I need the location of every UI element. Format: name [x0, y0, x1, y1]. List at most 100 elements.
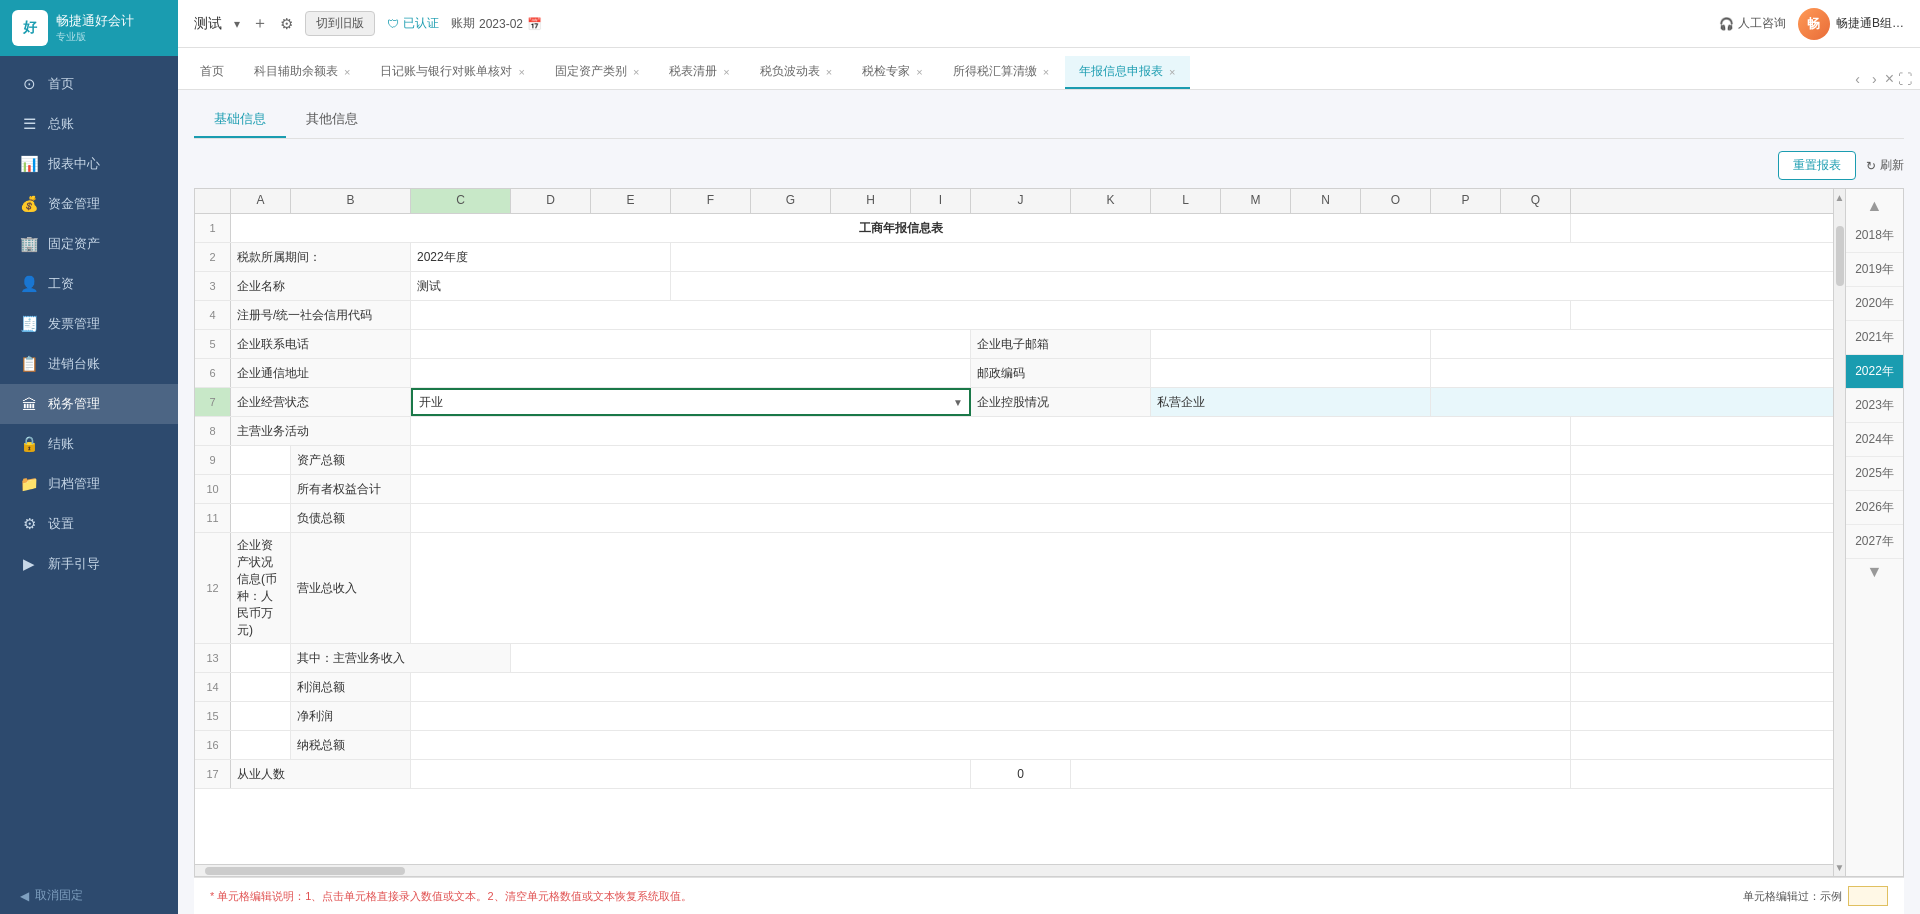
year-item[interactable]: 2024年: [1846, 423, 1903, 457]
tab-close-3[interactable]: ×: [633, 66, 639, 78]
sidebar-item-home[interactable]: ⊙首页: [0, 64, 178, 104]
calendar-icon[interactable]: 📅: [527, 17, 542, 31]
year-item[interactable]: 2018年: [1846, 219, 1903, 253]
tab-next-btn[interactable]: ›: [1868, 69, 1881, 89]
sub-tab-0[interactable]: 基础信息: [194, 102, 286, 138]
ss-cell[interactable]: 开业注销吊销迁出撤销▼: [411, 388, 971, 416]
year-item[interactable]: 2026年: [1846, 491, 1903, 525]
year-item[interactable]: 2021年: [1846, 321, 1903, 355]
ss-cell: 企业控股情况: [971, 388, 1151, 416]
tab-5[interactable]: 税负波动表×: [746, 56, 846, 89]
tab-close-all-btn[interactable]: ×: [1885, 70, 1894, 88]
reset-btn[interactable]: 重置报表: [1778, 151, 1856, 180]
tab-close-6[interactable]: ×: [916, 66, 922, 78]
tab-3[interactable]: 固定资产类别×: [541, 56, 653, 89]
sub-tab-1[interactable]: 其他信息: [286, 102, 378, 138]
sidebar-item-settings[interactable]: ⚙设置: [0, 504, 178, 544]
sidebar-item-tax[interactable]: 🏛税务管理: [0, 384, 178, 424]
topbar-title: 测试: [194, 15, 222, 33]
ss-cell: [231, 702, 291, 730]
tab-close-2[interactable]: ×: [518, 66, 524, 78]
topbar-dropdown-icon[interactable]: ▾: [234, 17, 240, 31]
sidebar-label-archive: 归档管理: [48, 475, 100, 493]
ss-cell: [411, 301, 1571, 329]
row-number: 6: [195, 359, 231, 387]
ss-cell: 2022年度: [411, 243, 671, 271]
ss-cell: [231, 731, 291, 759]
service-btn[interactable]: 🎧 人工咨询: [1719, 15, 1786, 32]
ss-cell: 私营企业: [1151, 388, 1431, 416]
spreadsheet-body[interactable]: 1工商年报信息表2税款所属期间：2022年度3企业名称测试4注册号/统一社会信用…: [195, 214, 1833, 864]
year-item[interactable]: 2020年: [1846, 287, 1903, 321]
tab-6[interactable]: 税检专家×: [848, 56, 936, 89]
ss-cell: 税款所属期间：: [231, 243, 411, 271]
tab-prev-btn[interactable]: ‹: [1851, 69, 1864, 89]
col-header-I: I: [911, 189, 971, 213]
sidebar-item-purchase[interactable]: 📋进销台账: [0, 344, 178, 384]
archive-icon: 📁: [20, 475, 38, 493]
tab-close-5[interactable]: ×: [826, 66, 832, 78]
business-status-select[interactable]: 开业注销吊销迁出撤销: [419, 395, 949, 409]
year-scroll-up-btn[interactable]: ▲: [1863, 193, 1887, 219]
row-number: 4: [195, 301, 231, 329]
ss-cell: [231, 673, 291, 701]
sidebar-item-closing[interactable]: 🔒 结账: [0, 424, 178, 464]
tab-label-7: 所得税汇算清缴: [953, 63, 1037, 80]
tab-label-4: 税表清册: [669, 63, 717, 80]
year-item[interactable]: 2025年: [1846, 457, 1903, 491]
sidebar-item-funds[interactable]: 💰 资金管理: [0, 184, 178, 224]
content-area: 基础信息其他信息 重置报表 ↻ 刷新 ABCDEFGHIJKLMNOPQ 1工商…: [178, 90, 1920, 914]
tab-expand-btn[interactable]: ⛶: [1898, 71, 1912, 87]
sidebar-label-closing: 结账: [48, 435, 74, 453]
ss-cell: [411, 446, 1571, 474]
horizontal-scrollbar[interactable]: [195, 864, 1833, 876]
sidebar-label-funds: 资金管理: [48, 195, 100, 213]
tab-0[interactable]: 首页: [186, 56, 238, 89]
ss-cell: 利润总额: [291, 673, 411, 701]
edit-note: * 单元格编辑说明：1、点击单元格直接录入数值或文本。2、清空单元格数值或文本恢…: [210, 889, 692, 904]
tab-close-4[interactable]: ×: [723, 66, 729, 78]
table-row: 14利润总额: [195, 673, 1833, 702]
hscroll-thumb: [205, 867, 405, 875]
col-header-rownum: [195, 189, 231, 213]
collapse-icon: ◀: [20, 889, 29, 903]
vertical-scrollbar[interactable]: ▲ ▼: [1833, 189, 1845, 876]
tab-7[interactable]: 所得税汇算清缴 ×: [939, 56, 1063, 89]
user-menu[interactable]: 畅 畅捷通B组…: [1798, 8, 1904, 40]
tab-4[interactable]: 税表清册 ×: [655, 56, 743, 89]
closing-icon: 🔒: [20, 435, 38, 453]
sidebar-item-assets[interactable]: 🏢固定资产: [0, 224, 178, 264]
sidebar-item-archive[interactable]: 📁 归档管理: [0, 464, 178, 504]
tab-close-7[interactable]: ×: [1043, 66, 1049, 78]
tab-1[interactable]: 科目辅助余额表×: [240, 56, 364, 89]
year-item[interactable]: 2023年: [1846, 389, 1903, 423]
sidebar-item-payroll[interactable]: 👤工资: [0, 264, 178, 304]
refresh-btn[interactable]: ↻ 刷新: [1866, 157, 1904, 174]
tab-8[interactable]: 年报信息申报表×: [1065, 56, 1189, 89]
funds-icon: 💰: [20, 195, 38, 213]
ss-cell: 企业名称: [231, 272, 411, 300]
year-scroll-down-btn[interactable]: ▼: [1863, 559, 1887, 585]
sidebar-item-ledger[interactable]: ☰总账: [0, 104, 178, 144]
tabbar: 首页科目辅助余额表×日记账与银行对账单核对×固定资产类别×税表清册×税负波动表×…: [178, 48, 1920, 90]
old-version-btn[interactable]: 切到旧版: [305, 11, 375, 36]
ss-cell: [1151, 359, 1431, 387]
tax-icon: 🏛: [20, 396, 38, 413]
topbar-add-btn[interactable]: ＋: [252, 13, 268, 34]
year-item[interactable]: 2027年: [1846, 525, 1903, 559]
col-header-D: D: [511, 189, 591, 213]
table-row: 9资产总额: [195, 446, 1833, 475]
tab-2[interactable]: 日记账与银行对账单核对×: [366, 56, 538, 89]
sidebar-item-reports[interactable]: 📊报表中心: [0, 144, 178, 184]
ss-cell: [411, 702, 1571, 730]
ss-cell: [1071, 760, 1571, 788]
sidebar-item-guide[interactable]: ▶新手引导: [0, 544, 178, 584]
collapse-btn[interactable]: ◀ 取消固定: [0, 877, 178, 914]
tab-close-1[interactable]: ×: [344, 66, 350, 78]
tab-close-8[interactable]: ×: [1169, 66, 1175, 78]
year-item[interactable]: 2019年: [1846, 253, 1903, 287]
year-item[interactable]: 2022年: [1846, 355, 1903, 389]
topbar-settings-icon[interactable]: ⚙: [280, 15, 293, 33]
ss-cell: 营业总收入: [291, 533, 411, 643]
sidebar-item-invoice[interactable]: 🧾发票管理: [0, 304, 178, 344]
